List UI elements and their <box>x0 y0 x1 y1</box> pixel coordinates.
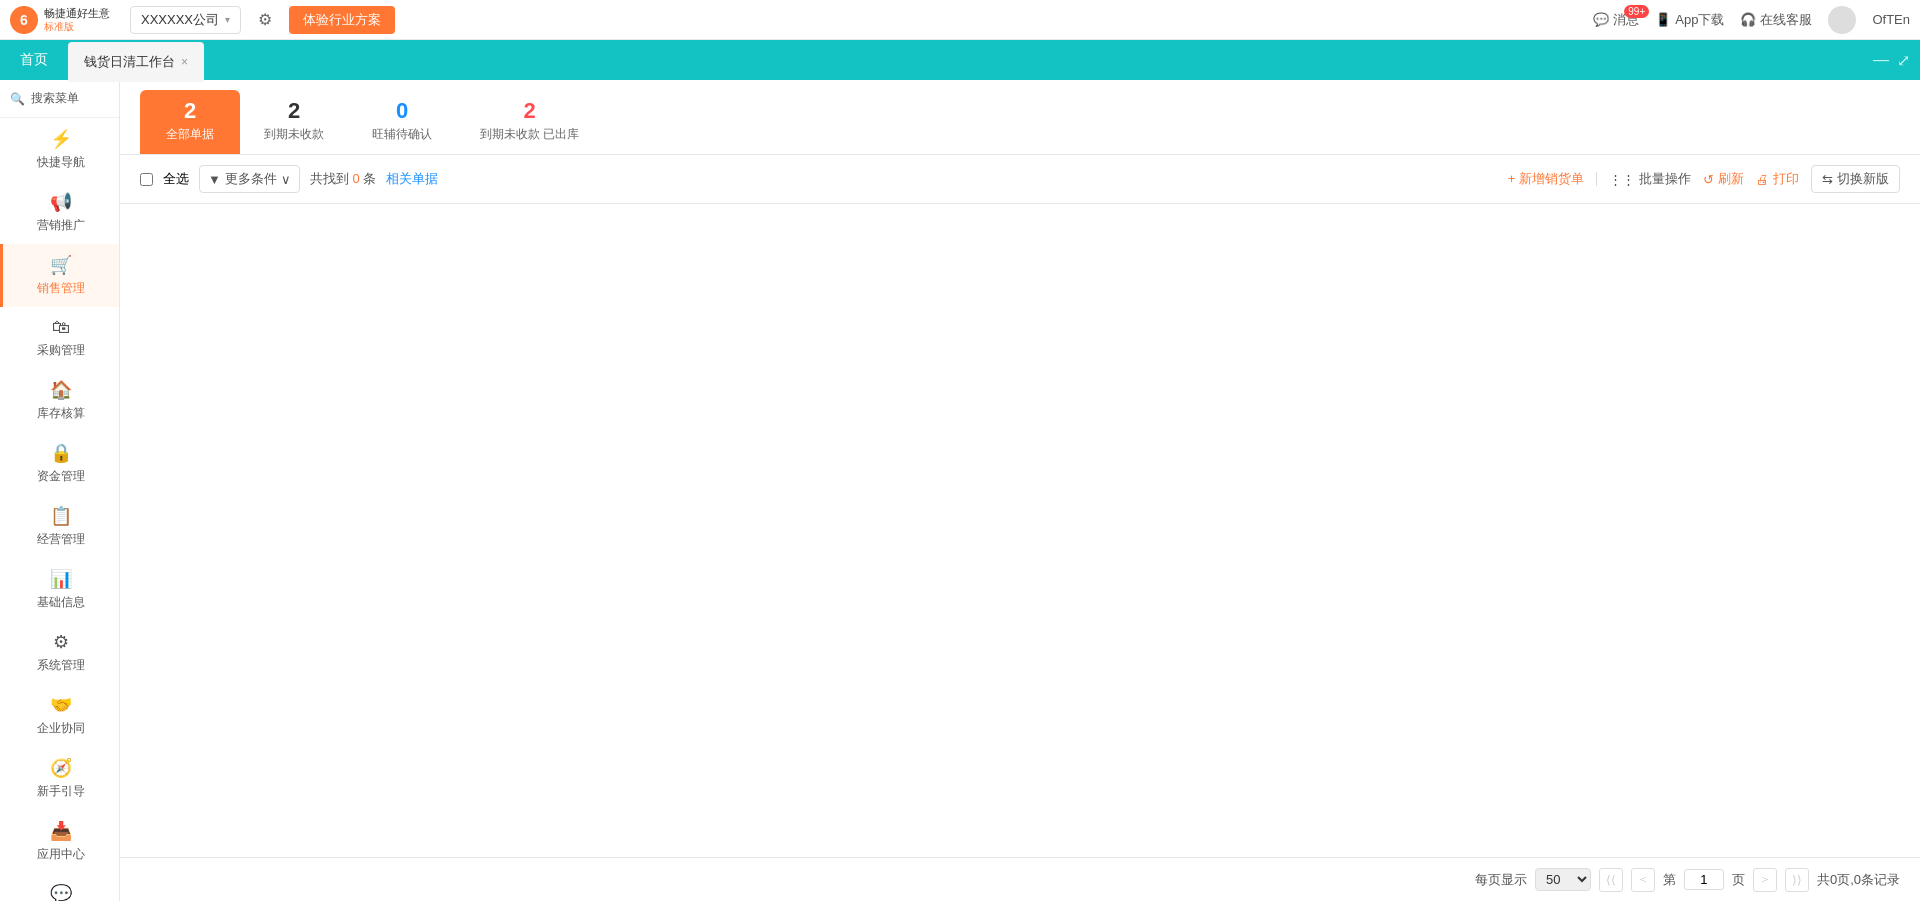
page-size-select[interactable]: 50 20 100 <box>1535 868 1591 891</box>
sidebar-item-inventory[interactable]: 🏠 库存核算 <box>0 369 119 432</box>
phone-icon: 📱 <box>1655 12 1671 27</box>
top-header: 6 畅捷通好生意 标准版 XXXXXX公司 ▾ ⚙ 体验行业方案 💬 消息 99… <box>0 0 1920 40</box>
print-icon: 🖨 <box>1756 172 1769 187</box>
batch-operations-button[interactable]: ⋮⋮ 批量操作 <box>1609 170 1691 188</box>
message-icon: 💬 <box>1593 12 1609 27</box>
logo-text: 畅捷通好生意 标准版 <box>44 6 110 33</box>
operations-icon: 📋 <box>50 505 72 527</box>
chevron-down-icon: ▾ <box>225 14 230 25</box>
sidebar-item-operations[interactable]: 📋 经营管理 <box>0 495 119 558</box>
avatar[interactable] <box>1828 6 1856 34</box>
toolbar-right: + 新增销货单 ⋮⋮ 批量操作 ↺ 刷新 🖨 打印 ⇆ 切换新版 <box>1508 165 1900 193</box>
table-area <box>120 204 1920 857</box>
sidebar-item-marketing[interactable]: 📢 营销推广 <box>0 181 119 244</box>
select-all-label: 全选 <box>163 170 189 188</box>
stat-tab-all[interactable]: 2 全部单据 <box>140 90 240 154</box>
stat-tab-overdue[interactable]: 2 到期未收款 <box>240 90 348 154</box>
stats-tabs: 2 全部单据 2 到期未收款 0 旺辅待确认 2 到期未收款 已出库 <box>120 80 1920 155</box>
switch-version-button[interactable]: ⇆ 切换新版 <box>1811 165 1900 193</box>
sidebar-item-newbie[interactable]: 🧭 新手引导 <box>0 747 119 810</box>
found-count: 0 <box>353 171 360 186</box>
basic-info-icon: 📊 <box>50 568 72 590</box>
purchase-icon: 🛍 <box>52 317 70 338</box>
refresh-button[interactable]: ↺ 刷新 <box>1703 170 1744 188</box>
last-page-button[interactable]: ⟩⟩ <box>1785 868 1809 892</box>
add-sales-order-button[interactable]: + 新增销货单 <box>1508 170 1584 188</box>
stat-tab-shipped[interactable]: 2 到期未收款 已出库 <box>456 90 603 154</box>
page-label-2: 页 <box>1732 871 1745 889</box>
logo-area: 6 畅捷通好生意 标准版 <box>10 6 130 34</box>
empty-state <box>120 204 1920 857</box>
toolbar-left: 全选 ▼ 更多条件 ∨ 共找到 0 条 相关单据 <box>140 165 1496 193</box>
tab-home[interactable]: 首页 <box>0 40 68 80</box>
sidebar-item-system[interactable]: ⚙ 系统管理 <box>0 621 119 684</box>
inventory-icon: 🏠 <box>50 379 72 401</box>
tab-bar-actions: — ⤢ <box>1873 51 1920 70</box>
app-center-icon: 📥 <box>50 820 72 842</box>
service-icon: 🎧 <box>1740 12 1756 27</box>
message-button[interactable]: 💬 消息 99+ <box>1593 11 1639 29</box>
prev-page-button[interactable]: ＜ <box>1631 868 1655 892</box>
sidebar-item-basic-info[interactable]: 📊 基础信息 <box>0 558 119 621</box>
tab-workbench[interactable]: 钱货日清工作台 × <box>68 42 204 82</box>
sidebar-item-app-center[interactable]: 📥 应用中心 <box>0 810 119 873</box>
finance-icon: 🔒 <box>50 442 72 464</box>
quick-nav-icon: ⚡ <box>50 128 72 150</box>
tab-minimize-icon[interactable]: — <box>1873 51 1889 69</box>
header-right: 💬 消息 99+ 📱 App下载 🎧 在线客服 OfTEn <box>1593 6 1910 34</box>
select-all-checkbox[interactable] <box>140 173 153 186</box>
online-service-button[interactable]: 🎧 在线客服 <box>1740 11 1812 29</box>
app-download-button[interactable]: 📱 App下载 <box>1655 11 1724 29</box>
page-label: 第 <box>1663 871 1676 889</box>
tab-bar: 首页 钱货日清工作台 × — ⤢ <box>0 40 1920 80</box>
related-link[interactable]: 相关单据 <box>386 170 438 188</box>
batch-icon: ⋮⋮ <box>1609 172 1635 187</box>
sidebar-item-purchase[interactable]: 🛍 采购管理 <box>0 307 119 369</box>
sales-icon: 🛒 <box>50 254 72 276</box>
switch-icon: ⇆ <box>1822 172 1833 187</box>
found-text: 共找到 0 条 <box>310 170 376 188</box>
page-size-label: 每页显示 <box>1475 871 1527 889</box>
first-page-button[interactable]: ⟨⟨ <box>1599 868 1623 892</box>
content-area: 2 全部单据 2 到期未收款 0 旺辅待确认 2 到期未收款 已出库 全选 <box>120 80 1920 901</box>
total-records-text: 共0页,0条记录 <box>1817 871 1900 889</box>
experience-button[interactable]: 体验行业方案 <box>289 6 395 34</box>
enterprise-icon: 🤝 <box>50 694 72 716</box>
divider <box>1596 172 1597 186</box>
page-number-input[interactable] <box>1684 869 1724 890</box>
sidebar-item-wechat[interactable]: 💬 企业微信 <box>0 873 119 901</box>
sidebar: 🔍 搜索菜单 ⚡ 快捷导航 📢 营销推广 🛒 销售管理 🛍 采购管理 🏠 库存核… <box>0 80 120 901</box>
system-icon: ⚙ <box>53 631 69 653</box>
logo-icon: 6 <box>10 6 38 34</box>
filter-icon: ▼ <box>208 172 221 187</box>
toolbar: 全选 ▼ 更多条件 ∨ 共找到 0 条 相关单据 + 新增销货单 ⋮⋮ <box>120 155 1920 204</box>
refresh-icon: ↺ <box>1703 172 1714 187</box>
settings-icon[interactable]: ⚙ <box>251 6 279 34</box>
print-button[interactable]: 🖨 打印 <box>1756 170 1799 188</box>
username-label: OfTEn <box>1872 12 1910 27</box>
newbie-icon: 🧭 <box>50 757 72 779</box>
filter-button[interactable]: ▼ 更多条件 ∨ <box>199 165 300 193</box>
message-badge: 99+ <box>1624 5 1649 18</box>
marketing-icon: 📢 <box>50 191 72 213</box>
search-icon: 🔍 <box>10 92 25 106</box>
sidebar-item-finance[interactable]: 🔒 资金管理 <box>0 432 119 495</box>
sidebar-item-sales[interactable]: 🛒 销售管理 <box>0 244 119 307</box>
sidebar-search-item[interactable]: 🔍 搜索菜单 <box>0 80 119 118</box>
stat-tab-pending[interactable]: 0 旺辅待确认 <box>348 90 456 154</box>
sidebar-item-quick-nav[interactable]: ⚡ 快捷导航 <box>0 118 119 181</box>
next-page-button[interactable]: ＞ <box>1753 868 1777 892</box>
main-layout: 🔍 搜索菜单 ⚡ 快捷导航 📢 营销推广 🛒 销售管理 🛍 采购管理 🏠 库存核… <box>0 80 1920 901</box>
tab-close-icon[interactable]: × <box>181 55 188 69</box>
pagination: 每页显示 50 20 100 ⟨⟨ ＜ 第 页 ＞ ⟩⟩ 共0页,0条记录 <box>120 857 1920 901</box>
tab-expand-icon[interactable]: ⤢ <box>1897 51 1910 70</box>
filter-arrow-icon: ∨ <box>281 172 291 187</box>
sidebar-item-enterprise[interactable]: 🤝 企业协同 <box>0 684 119 747</box>
company-selector[interactable]: XXXXXX公司 ▾ <box>130 6 241 34</box>
wechat-icon: 💬 <box>50 883 72 901</box>
